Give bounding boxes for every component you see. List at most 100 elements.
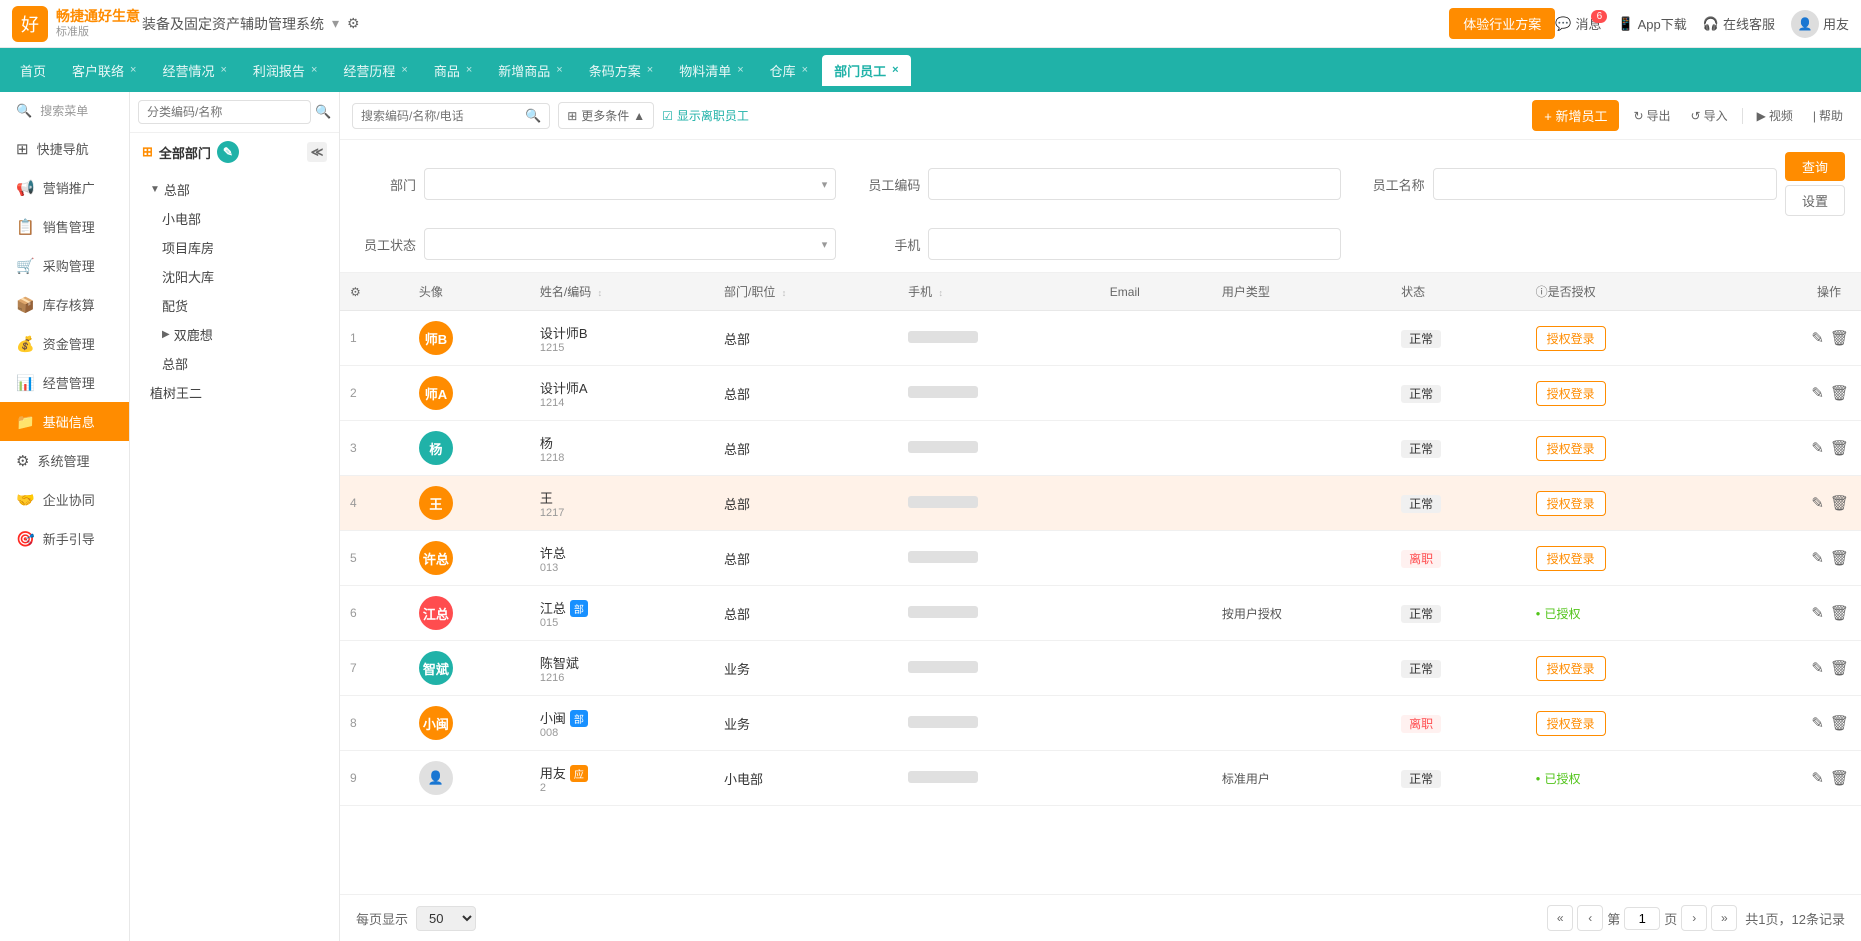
prev-page-btn[interactable]: ‹	[1577, 905, 1603, 931]
query-button[interactable]: 查询	[1785, 152, 1845, 181]
close-icon[interactable]: ×	[220, 64, 226, 76]
phone-input[interactable]	[937, 237, 1331, 252]
add-employee-button[interactable]: + 新增员工	[1532, 100, 1619, 131]
dept-node-headquarter[interactable]: ▼ 总部	[130, 175, 339, 204]
dept-collapse-btn[interactable]: ≪	[307, 142, 327, 162]
tab-operation[interactable]: 经营情况 ×	[150, 55, 238, 86]
delete-btn[interactable]: 🗑	[1830, 549, 1849, 567]
sort-icon[interactable]: ↕	[782, 288, 787, 298]
dept-search-input[interactable]	[138, 100, 311, 124]
search-icon[interactable]: 🔍	[525, 108, 541, 124]
dept-select[interactable]: ▾	[424, 168, 836, 200]
export-btn[interactable]: ↻ 导出	[1627, 103, 1676, 128]
online-service-btn[interactable]: 🎧 在线客服	[1703, 14, 1775, 33]
edit-btn[interactable]: ✎	[1811, 714, 1824, 732]
auth-button[interactable]: 授权登录	[1536, 711, 1606, 736]
edit-btn[interactable]: ✎	[1811, 549, 1824, 567]
sidebar-item-business[interactable]: 📊 经营管理	[0, 363, 129, 402]
search-input[interactable]	[361, 109, 521, 123]
first-page-btn[interactable]: «	[1547, 905, 1573, 931]
close-icon[interactable]: ×	[466, 64, 472, 76]
delete-btn[interactable]: 🗑	[1830, 769, 1849, 787]
delete-btn[interactable]: 🗑	[1830, 604, 1849, 622]
settings-icon[interactable]: ⚙	[350, 285, 361, 299]
delete-btn[interactable]: 🗑	[1830, 659, 1849, 677]
close-icon[interactable]: ×	[401, 64, 407, 76]
show-resigned-toggle[interactable]: ☑ 显示离职员工	[662, 107, 749, 124]
tab-history[interactable]: 经营历程 ×	[331, 55, 419, 86]
edit-btn[interactable]: ✎	[1811, 604, 1824, 622]
close-icon[interactable]: ×	[802, 64, 808, 76]
tab-goods[interactable]: 商品 ×	[422, 55, 484, 86]
close-icon[interactable]: ×	[892, 64, 898, 76]
more-filter-btn[interactable]: ⊞ 更多条件 ▲	[558, 102, 654, 129]
help-btn[interactable]: | 帮助	[1807, 103, 1849, 128]
delete-btn[interactable]: 🗑	[1830, 714, 1849, 732]
tab-customer[interactable]: 客户联络 ×	[60, 55, 148, 86]
tab-profit[interactable]: 利润报告 ×	[241, 55, 329, 86]
edit-btn[interactable]: ✎	[1811, 384, 1824, 402]
settings-icon[interactable]: ⚙	[347, 15, 360, 32]
sidebar-item-basic[interactable]: 📁 基础信息	[0, 402, 129, 441]
app-download-btn[interactable]: 📱 App下载	[1617, 14, 1686, 33]
video-btn[interactable]: ▶ 视频	[1751, 103, 1799, 128]
edit-btn[interactable]: ✎	[1811, 494, 1824, 512]
tab-add-goods[interactable]: 新增商品 ×	[486, 55, 574, 86]
import-btn[interactable]: ↺ 导入	[1685, 103, 1734, 128]
page-input[interactable]	[1624, 907, 1660, 930]
tab-bom[interactable]: 物料清单 ×	[667, 55, 755, 86]
close-icon[interactable]: ×	[311, 64, 317, 76]
tab-warehouse[interactable]: 仓库 ×	[758, 55, 820, 86]
message-btn[interactable]: 💬 消息 6	[1555, 14, 1601, 33]
dept-node-project[interactable]: 项目库房	[130, 233, 339, 262]
tab-employee[interactable]: 部门员工 ×	[822, 55, 910, 86]
delete-btn[interactable]: 🗑	[1830, 329, 1849, 347]
edit-btn[interactable]: ✎	[1811, 439, 1824, 457]
auth-button[interactable]: 授权登录	[1536, 436, 1606, 461]
sidebar-item-system[interactable]: ⚙ 系统管理	[0, 441, 129, 480]
auth-button[interactable]: 授权登录	[1536, 546, 1606, 571]
dept-search-icon[interactable]: 🔍	[315, 104, 331, 120]
page-size-select[interactable]: 50 100 200	[416, 906, 476, 931]
auth-button[interactable]: 授权登录	[1536, 491, 1606, 516]
emp-code-input[interactable]	[937, 177, 1331, 192]
sort-icon[interactable]: ↕	[938, 288, 943, 298]
tab-home[interactable]: 首页	[8, 55, 58, 86]
next-page-btn[interactable]: ›	[1681, 905, 1707, 931]
dept-node-xiaodian[interactable]: 小电部	[130, 204, 339, 233]
sidebar-item-sales[interactable]: 📋 销售管理	[0, 207, 129, 246]
edit-btn[interactable]: ✎	[1811, 329, 1824, 347]
close-icon[interactable]: ×	[647, 64, 653, 76]
edit-btn[interactable]: ✎	[1811, 659, 1824, 677]
close-icon[interactable]: ×	[737, 64, 743, 76]
dept-node-distribution[interactable]: 配货	[130, 291, 339, 320]
emp-status-select[interactable]: ▾	[424, 228, 836, 260]
user-menu[interactable]: 👤 用友	[1791, 10, 1849, 38]
close-icon[interactable]: ×	[556, 64, 562, 76]
sort-icon[interactable]: ↕	[598, 288, 603, 298]
set-button[interactable]: 设置	[1785, 185, 1845, 216]
trial-button[interactable]: 体验行业方案	[1449, 8, 1555, 39]
dept-node-zongbu[interactable]: 总部	[130, 349, 339, 378]
dept-edit-btn[interactable]: ✎	[217, 141, 239, 163]
dept-node-zhishu[interactable]: 植树王二	[130, 378, 339, 407]
emp-name-input[interactable]	[1442, 177, 1768, 192]
delete-btn[interactable]: 🗑	[1830, 439, 1849, 457]
auth-button[interactable]: 授权登录	[1536, 656, 1606, 681]
edit-btn[interactable]: ✎	[1811, 769, 1824, 787]
system-dropdown-arrow[interactable]: ▾	[332, 15, 339, 32]
auth-button[interactable]: 授权登录	[1536, 326, 1606, 351]
last-page-btn[interactable]: »	[1711, 905, 1737, 931]
dept-node-shuanglu[interactable]: ▶ 双鹿想	[130, 320, 339, 349]
sidebar-item-quick-nav[interactable]: ⊞ 快捷导航	[0, 129, 129, 168]
delete-btn[interactable]: 🗑	[1830, 494, 1849, 512]
sidebar-item-inventory[interactable]: 📦 库存核算	[0, 285, 129, 324]
sidebar-item-capital[interactable]: 💰 资金管理	[0, 324, 129, 363]
sidebar-item-marketing[interactable]: 📢 营销推广	[0, 168, 129, 207]
auth-button[interactable]: 授权登录	[1536, 381, 1606, 406]
sidebar-item-guide[interactable]: 🎯 新手引导	[0, 519, 129, 558]
tab-barcode[interactable]: 条码方案 ×	[577, 55, 665, 86]
sidebar-item-collab[interactable]: 🤝 企业协同	[0, 480, 129, 519]
sidebar-item-purchase[interactable]: 🛒 采购管理	[0, 246, 129, 285]
dept-node-shenyang[interactable]: 沈阳大库	[130, 262, 339, 291]
